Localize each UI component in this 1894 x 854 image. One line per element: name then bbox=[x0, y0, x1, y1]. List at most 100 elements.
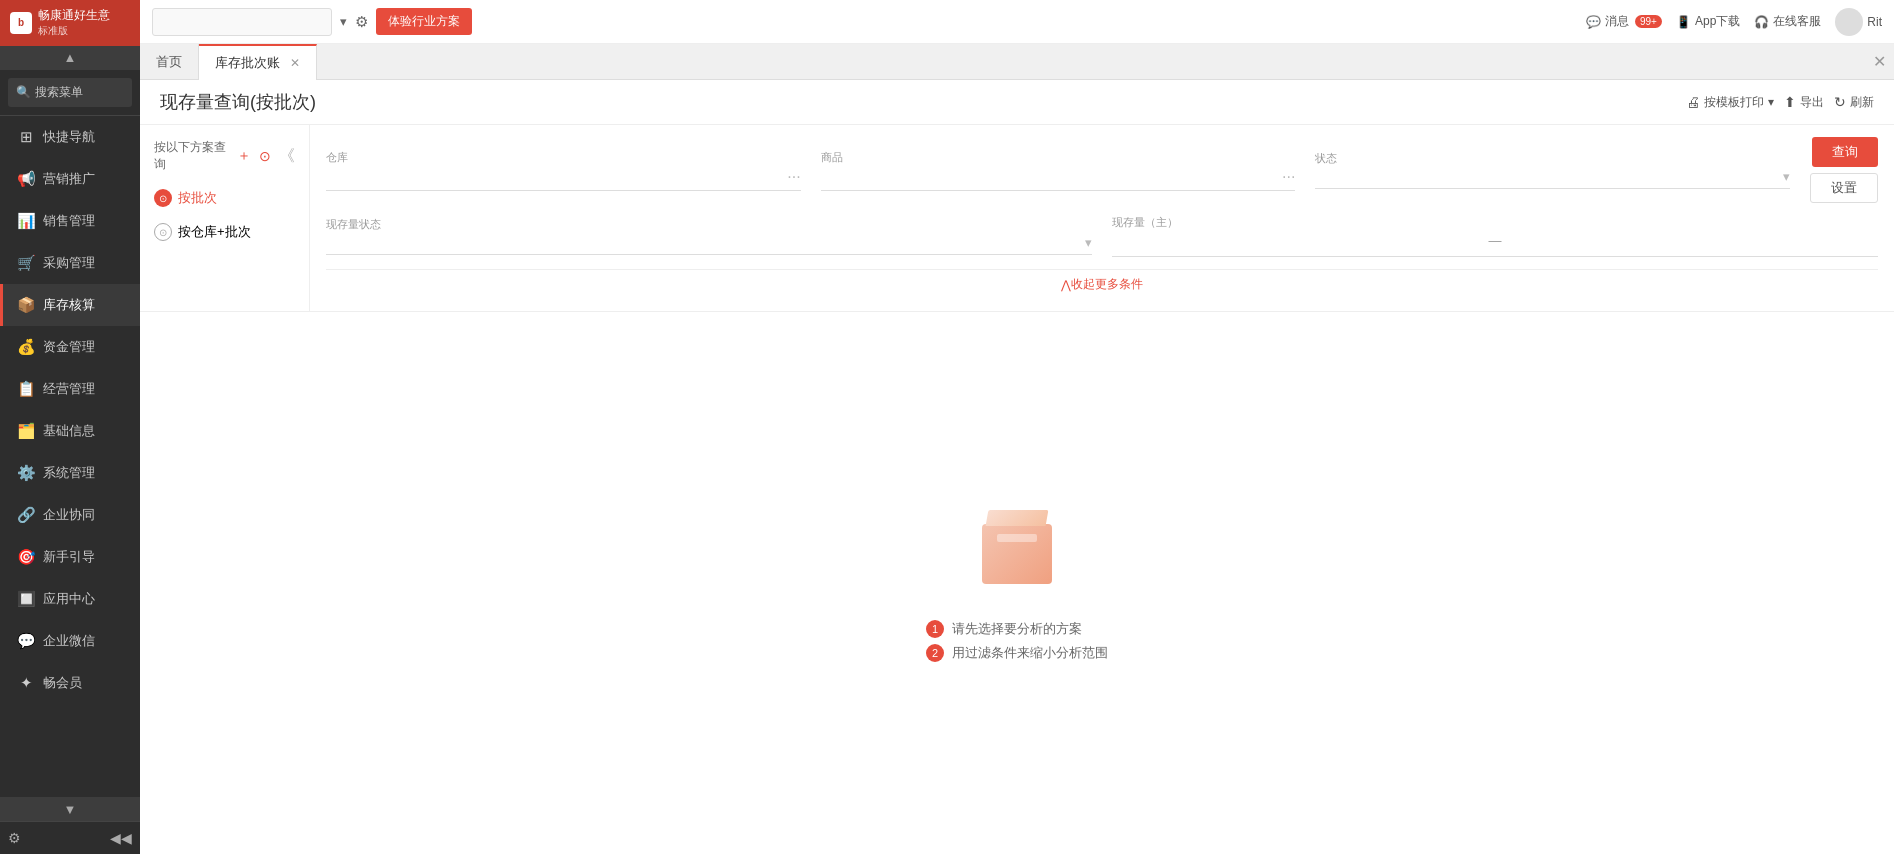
filter-sidebar-actions: ＋ ⊙ 《 bbox=[237, 146, 295, 167]
page-actions: 🖨 按模板打印 ▾ ⬆ 导出 ↻ 刷新 bbox=[1686, 94, 1874, 111]
warehouse-dots[interactable]: ··· bbox=[787, 168, 800, 186]
goods-input[interactable] bbox=[821, 169, 1278, 184]
sidebar-item-enterprise[interactable]: 🔗企业协同 bbox=[0, 494, 140, 536]
inventory-status-dropdown-arrow[interactable]: ▾ bbox=[1085, 235, 1092, 250]
trial-button[interactable]: 体验行业方案 bbox=[376, 8, 472, 35]
goods-input-wrapper: ··· bbox=[821, 168, 1296, 191]
topbar-right: 💬 消息 99+ 📱 App下载 🎧 在线客服 Rit bbox=[1586, 8, 1882, 36]
settings-plan-button[interactable]: ⊙ bbox=[259, 148, 271, 164]
warehouse-label: 仓库 bbox=[326, 150, 801, 165]
print-dropdown-arrow[interactable]: ▾ bbox=[1768, 95, 1774, 109]
status-dropdown-arrow[interactable]: ▾ bbox=[1783, 169, 1790, 184]
refresh-button[interactable]: ↻ 刷新 bbox=[1834, 94, 1874, 111]
refresh-icon: ↻ bbox=[1834, 94, 1846, 110]
goods-dots[interactable]: ··· bbox=[1282, 168, 1295, 186]
sidebar-item-inventory[interactable]: 📦库存核算 bbox=[0, 284, 140, 326]
nav-icon-wechat: 💬 bbox=[17, 632, 35, 650]
sidebar-item-member[interactable]: ✦畅会员 bbox=[0, 662, 140, 704]
search-menu-button[interactable]: 🔍 搜索菜单 bbox=[8, 78, 132, 107]
nav-icon-operations: 📋 bbox=[17, 380, 35, 398]
gear-button[interactable]: ⚙ bbox=[355, 13, 368, 31]
empty-steps: 1请先选择要分析的方案 2 用过滤条件来缩小分析范围 bbox=[926, 620, 1108, 662]
sidebar-item-purchase[interactable]: 🛒采购管理 bbox=[0, 242, 140, 284]
sidebar-scroll-up[interactable]: ▲ bbox=[0, 46, 140, 70]
empty-box-graphic bbox=[982, 524, 1052, 584]
sidebar-item-basics[interactable]: 🗂️基础信息 bbox=[0, 410, 140, 452]
app-download-button[interactable]: 📱 App下载 bbox=[1676, 13, 1740, 30]
export-button[interactable]: ⬆ 导出 bbox=[1784, 94, 1824, 111]
filter-actions: 查询 设置 bbox=[1810, 137, 1878, 203]
sidebar-item-system[interactable]: ⚙️系统管理 bbox=[0, 452, 140, 494]
query-button[interactable]: 查询 bbox=[1812, 137, 1878, 167]
warehouse-input[interactable] bbox=[326, 169, 783, 184]
sidebar-item-sales[interactable]: 📊 销售管理 bbox=[0, 200, 140, 242]
nav-icon-system: ⚙️ bbox=[17, 464, 35, 482]
nav-icon-marketing: 📢 bbox=[17, 170, 35, 188]
add-plan-button[interactable]: ＋ bbox=[237, 147, 251, 165]
app-info: 畅康通好生意 标准版 bbox=[38, 8, 110, 38]
step-number: 1 bbox=[926, 620, 944, 638]
collapse-up-icon: ⋀ bbox=[1061, 278, 1071, 292]
topbar-left: ▾ ⚙ 体验行业方案 bbox=[152, 8, 472, 36]
tab-home-label: 首页 bbox=[156, 53, 182, 71]
avatar bbox=[1835, 8, 1863, 36]
filter-panel: 按以下方案查询 ＋ ⊙ 《 ⊙ 按批次 ⊙ 按仓库+批次 bbox=[140, 125, 1894, 312]
collapse-sidebar-button[interactable]: ◀◀ bbox=[110, 830, 132, 846]
sidebar-item-guide[interactable]: 🎯新手引导 bbox=[0, 536, 140, 578]
filter-row-1: 仓库 ··· 商品 ··· 状态 bbox=[326, 137, 1878, 203]
plan-batch[interactable]: ⊙ 按批次 bbox=[140, 181, 309, 215]
page-title: 现存量查询(按批次) bbox=[160, 90, 316, 114]
settings-button[interactable]: 设置 bbox=[1810, 173, 1878, 203]
nav-label-operations: 经营管理 bbox=[43, 380, 95, 398]
collapse-filter-sidebar-button[interactable]: 《 bbox=[279, 146, 295, 167]
page-header: 现存量查询(按批次) 🖨 按模板打印 ▾ ⬆ 导出 ↻ 刷新 bbox=[140, 80, 1894, 125]
inventory-qty-input-wrapper: — bbox=[1112, 233, 1878, 257]
user-menu[interactable]: Rit bbox=[1835, 8, 1882, 36]
filter-sidebar: 按以下方案查询 ＋ ⊙ 《 ⊙ 按批次 ⊙ 按仓库+批次 bbox=[140, 125, 310, 311]
collapse-more-button[interactable]: ⋀ 收起更多条件 bbox=[326, 269, 1878, 299]
content-area: 现存量查询(按批次) 🖨 按模板打印 ▾ ⬆ 导出 ↻ 刷新 bbox=[140, 80, 1894, 854]
tab-close-icon[interactable]: ✕ bbox=[290, 56, 300, 70]
sidebar: b 畅康通好生意 标准版 ▲ 🔍 搜索菜单 ⊞快捷导航📢营销推广📊销售管理🛒采购… bbox=[0, 0, 140, 854]
nav-icon-sales: 📊 bbox=[17, 212, 35, 230]
inventory-status-input[interactable] bbox=[326, 235, 1081, 250]
sidebar-item-finance[interactable]: 💰 资金管理 bbox=[0, 326, 140, 368]
step-number: 2 bbox=[926, 644, 944, 662]
nav-label-inventory: 库存核算 bbox=[43, 296, 95, 314]
dropdown-button[interactable]: ▾ bbox=[340, 14, 347, 29]
inventory-qty-max-input[interactable] bbox=[1514, 235, 1879, 250]
nav-label-finance: 资金管理 bbox=[43, 338, 95, 356]
sidebar-item-operations[interactable]: 📋 经营管理 bbox=[0, 368, 140, 410]
step-text: 用过滤条件来缩小分析范围 bbox=[952, 644, 1108, 662]
nav-label-sales: 销售管理 bbox=[43, 212, 95, 230]
plan-warehouse-batch[interactable]: ⊙ 按仓库+批次 bbox=[140, 215, 309, 249]
tab-home[interactable]: 首页 bbox=[140, 44, 199, 80]
inventory-qty-label: 现存量（主） bbox=[1112, 215, 1878, 230]
goods-label: 商品 bbox=[821, 150, 1296, 165]
sidebar-item-quicknav[interactable]: ⊞快捷导航 bbox=[0, 116, 140, 158]
close-all-tabs-button[interactable]: ✕ bbox=[1873, 52, 1886, 71]
status-label: 状态 bbox=[1315, 151, 1790, 166]
filter-row-2: 现存量状态 ▾ 现存量（主） — bbox=[326, 215, 1878, 257]
sidebar-item-wechat[interactable]: 💬企业微信 bbox=[0, 620, 140, 662]
sidebar-scroll-down[interactable]: ▼ bbox=[0, 797, 140, 821]
tab-batch-label: 库存批次账 bbox=[215, 54, 280, 72]
tab-batch[interactable]: 库存批次账 ✕ bbox=[199, 44, 317, 80]
nav-label-enterprise: 企业协同 bbox=[43, 506, 95, 524]
online-service-button[interactable]: 🎧 在线客服 bbox=[1754, 13, 1821, 30]
messages-button[interactable]: 💬 消息 99+ bbox=[1586, 13, 1662, 30]
filter-main: 仓库 ··· 商品 ··· 状态 bbox=[310, 125, 1894, 311]
inventory-status-field: 现存量状态 ▾ bbox=[326, 217, 1092, 255]
inventory-qty-min-input[interactable] bbox=[1112, 235, 1477, 250]
sidebar-item-appcenter[interactable]: 🔲应用中心 bbox=[0, 578, 140, 620]
status-input[interactable] bbox=[1315, 169, 1779, 184]
print-button[interactable]: 🖨 按模板打印 ▾ bbox=[1686, 94, 1774, 111]
sidebar-search-area: 🔍 搜索菜单 bbox=[0, 70, 140, 116]
sidebar-footer: ⚙ ◀◀ bbox=[0, 821, 140, 854]
search-input[interactable] bbox=[152, 8, 332, 36]
settings-footer-button[interactable]: ⚙ bbox=[8, 830, 21, 846]
sidebar-item-marketing[interactable]: 📢营销推广 bbox=[0, 158, 140, 200]
inventory-status-label: 现存量状态 bbox=[326, 217, 1092, 232]
empty-step: 1请先选择要分析的方案 bbox=[926, 620, 1108, 638]
nav-icon-finance: 💰 bbox=[17, 338, 35, 356]
